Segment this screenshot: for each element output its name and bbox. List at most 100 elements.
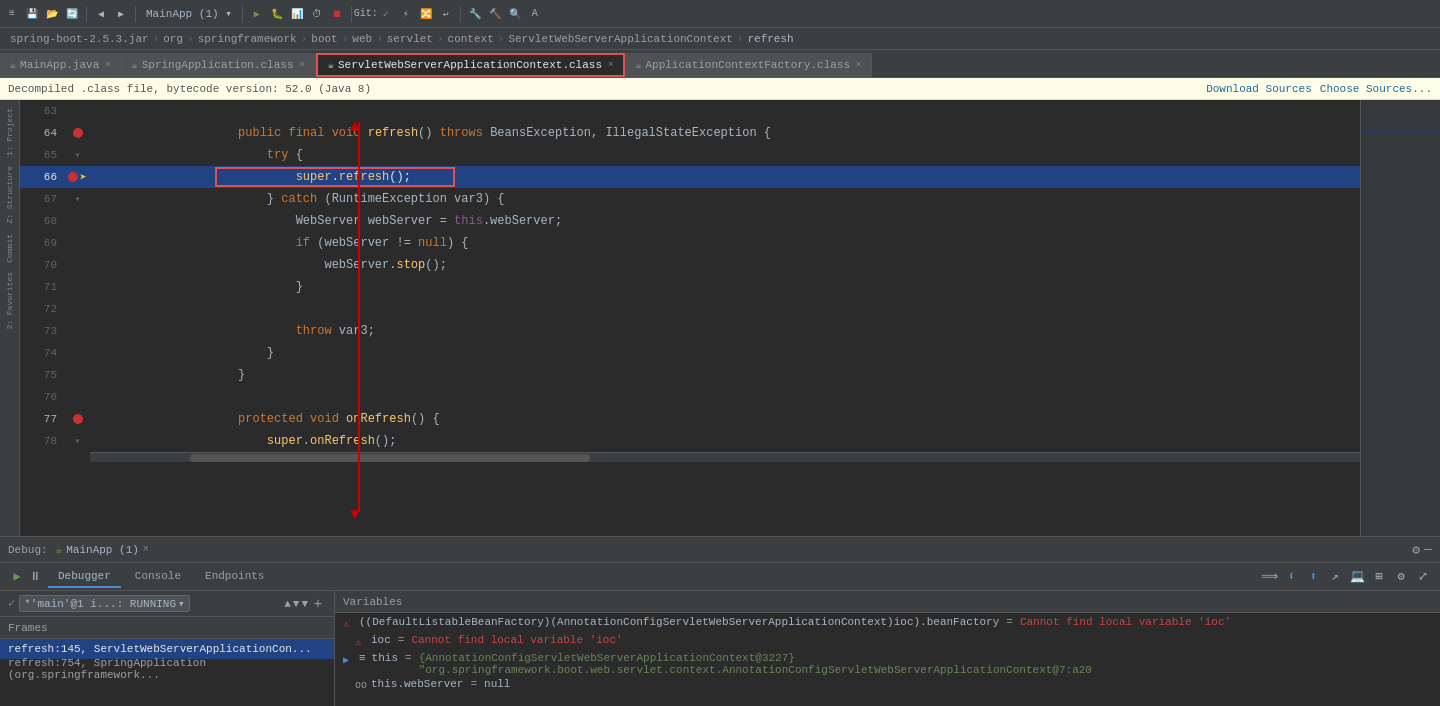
breadcrumb-web[interactable]: web [352,33,372,45]
back-icon[interactable]: ◀ [93,6,109,22]
toolbar: ≡ 💾 📂 🔄 ◀ ▶ MainApp (1) ▾ ▶ 🐛 📊 ⏱ ⏹ Git:… [0,0,1440,28]
line-num-74: 74 [20,347,65,359]
minimap-highlight [1361,130,1440,134]
breakpoint-77[interactable] [73,414,83,424]
fold-78[interactable]: ▾ [74,435,80,447]
var-item-2[interactable]: ▶ ≡ this = {AnnotationConfigServletWebSe… [335,651,1440,677]
tab-console[interactable]: Console [125,566,191,588]
translate-icon[interactable]: A [527,6,543,22]
var-item-0: ⚠ ((DefaultListableBeanFactory)(Annotati… [335,615,1440,633]
panel-favorites[interactable]: 2: Favorites [5,272,14,330]
tab-servletcontext-close[interactable]: × [608,60,613,70]
debug-pause-icon[interactable]: ⏸ [26,568,44,586]
var-icon-3: oo [355,680,367,691]
line-num-65: 65 [20,149,65,161]
menu-icon[interactable]: ≡ [4,6,20,22]
run-config-label[interactable]: MainApp (1) ▾ [142,7,236,20]
tab-mainapp-icon: ☕ [10,59,16,71]
tab-console-label: Console [135,570,181,582]
current-line-arrow: ➤ [79,170,86,185]
var-item-3: oo this.webServer = null [335,677,1440,695]
stop-icon[interactable]: ⏹ [329,6,345,22]
frames-filter-icon[interactable]: ▼ [301,598,308,610]
breadcrumb-method[interactable]: refresh [747,33,793,45]
line-gutter-64 [65,128,90,138]
breadcrumb-servlet[interactable]: servlet [387,33,433,45]
breadcrumb-jar[interactable]: spring-boot-2.5.3.jar [10,33,149,45]
sync-icon[interactable]: 🔄 [64,6,80,22]
undo-icon[interactable]: ↩ [438,6,454,22]
debug-app: ☕ MainApp (1) × [56,543,149,556]
tab-mainapp-close[interactable]: × [105,60,110,70]
breakpoint-66[interactable] [68,172,78,182]
settings-icon[interactable]: 🔧 [467,6,483,22]
breadcrumb-springframework[interactable]: springframework [198,33,297,45]
git-icon[interactable]: Git: [358,6,374,22]
fold-65[interactable]: ▾ [74,149,80,161]
minimap [1360,100,1440,536]
code-line-78: 78 ▾ super.onRefresh(); [20,430,1360,452]
coverage-icon[interactable]: 📊 [289,6,305,22]
step-in-icon[interactable]: ⬇ [1282,568,1300,586]
vcs-icon2[interactable]: ⚡ [398,6,414,22]
vcs-icon3[interactable]: 🔀 [418,6,434,22]
settings2-icon[interactable]: ⚙ [1392,568,1410,586]
debug-settings-icon[interactable]: ⚙ [1412,542,1420,558]
tab-springapp-close[interactable]: × [300,60,305,70]
profile-icon[interactable]: ⏱ [309,6,325,22]
tab-servletcontext[interactable]: ☕ ServletWebServerApplicationContext.cla… [316,53,625,77]
breadcrumb-class[interactable]: ServletWebServerApplicationContext [508,33,732,45]
search-icon[interactable]: 🔍 [507,6,523,22]
download-sources-link[interactable]: Download Sources [1206,83,1312,95]
debug-close-icon[interactable]: × [143,544,149,555]
restore-layout-icon[interactable]: ⊞ [1370,568,1388,586]
vcs-check-icon[interactable]: ✓ [378,6,394,22]
divider-4 [351,6,352,22]
tab-springapp[interactable]: ☕ SpringApplication.class × [122,53,316,77]
forward-icon[interactable]: ▶ [113,6,129,22]
add-frame-btn[interactable]: + [310,596,326,612]
var-val-1: Cannot find local variable 'ioc' [411,634,622,646]
fold-67[interactable]: ▾ [74,193,80,205]
choose-sources-link[interactable]: Choose Sources... [1320,83,1432,95]
open-icon[interactable]: 📂 [44,6,60,22]
frame-item-1-label: refresh:754, SpringApplication (org.spri… [8,657,326,681]
step-out-icon[interactable]: ⬆ [1304,568,1322,586]
frame-item-1[interactable]: refresh:754, SpringApplication (org.spri… [0,659,334,679]
var-this-icon: ≡ [359,652,366,664]
breadcrumb-org[interactable]: org [163,33,183,45]
debug-resume-icon[interactable]: ▶ [8,568,26,586]
line-num-76: 76 [20,391,65,403]
panel-structure[interactable]: Z: Structure [5,166,14,224]
line-num-71: 71 [20,281,65,293]
frame-item-0[interactable]: refresh:145, ServletWebServerApplication… [0,639,334,659]
breadcrumb-boot[interactable]: boot [311,33,337,45]
thread-selector[interactable]: *'main'@1 i...: RUNNING ▾ [19,595,189,612]
frame-down-icon[interactable]: ▼ [293,598,300,610]
evaluate-icon[interactable]: 💻 [1348,568,1366,586]
run-to-cursor-icon[interactable]: ↗ [1326,568,1344,586]
tab-appcontextfactory-close[interactable]: × [856,60,861,70]
external-tools-icon[interactable]: 🔨 [487,6,503,22]
breadcrumb-context[interactable]: context [448,33,494,45]
var-eq-2: = [405,652,412,664]
tab-debugger[interactable]: Debugger [48,566,121,588]
debug-icon[interactable]: 🐛 [269,6,285,22]
panel-project[interactable]: 1: Project [5,108,14,156]
variables-list: ⚠ ((DefaultListableBeanFactory)(Annotati… [335,613,1440,706]
code-line-71: 71 } [20,276,1360,298]
tab-endpoints[interactable]: Endpoints [195,566,274,588]
panel-commit[interactable]: Commit [5,234,14,263]
save-icon[interactable]: 💾 [24,6,40,22]
line-content-78: super.onRefresh(); [90,420,1360,462]
breakpoint-64[interactable] [73,128,83,138]
expand-icon[interactable]: ⤢ [1414,568,1432,586]
frame-up-icon[interactable]: ▲ [284,598,291,610]
run-icon[interactable]: ▶ [249,6,265,22]
tab-mainapp[interactable]: ☕ MainApp.java × [0,53,122,77]
debug-title-area: Debug: ☕ MainApp (1) × [8,543,149,556]
tab-appcontextfactory[interactable]: ☕ ApplicationContextFactory.class × [625,53,872,77]
step-over-icon[interactable]: ⟹ [1260,568,1278,586]
debug-minimize-icon[interactable]: — [1424,542,1432,557]
debug-action-icons: ⟹ ⬇ ⬆ ↗ 💻 ⊞ ⚙ ⤢ [1260,568,1432,586]
